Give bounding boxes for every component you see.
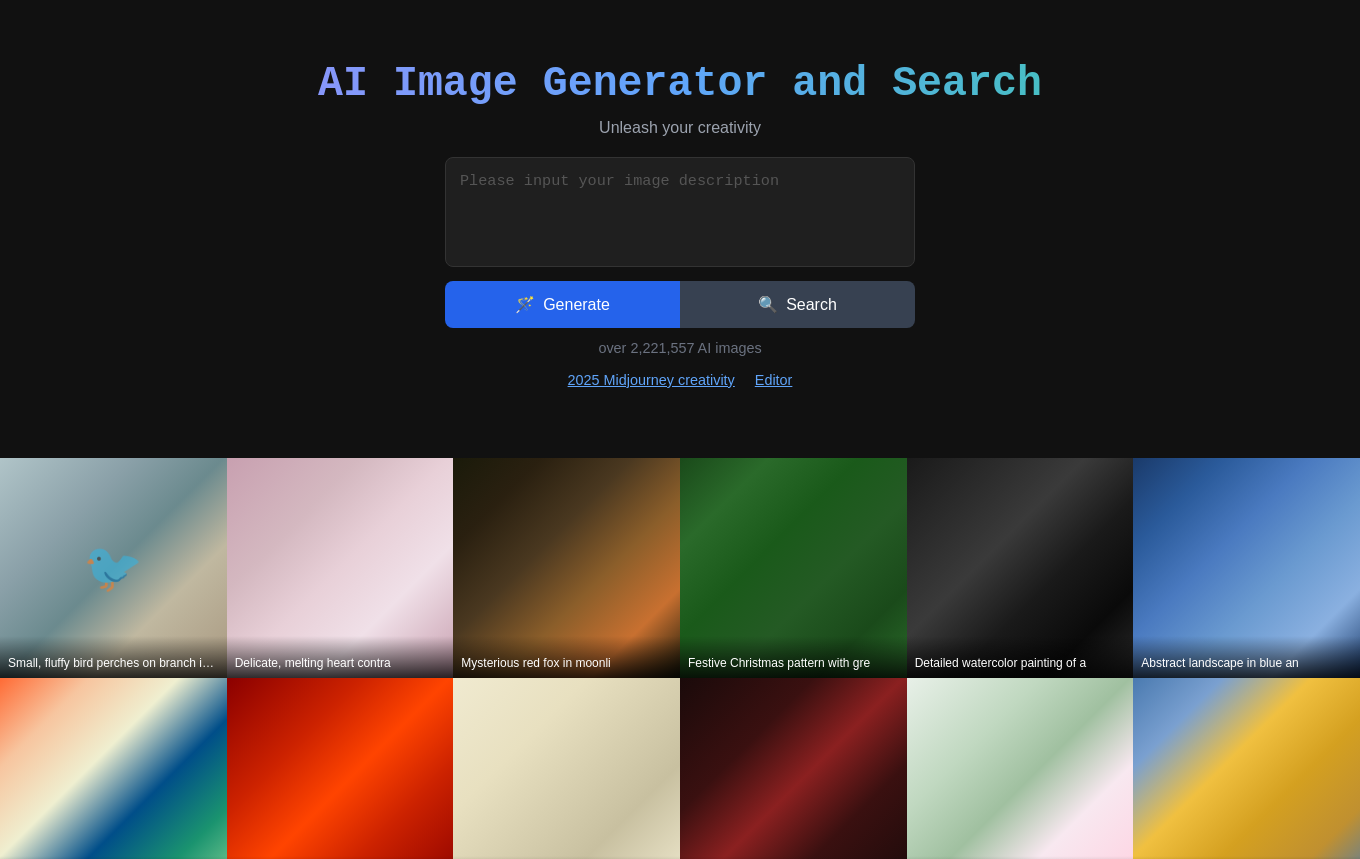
generate-button[interactable]: 🪄 Generate	[445, 281, 680, 328]
gallery-item-chinese[interactable]: Detailed Chinese paper cut art de	[453, 678, 680, 859]
image-count: over 2,221,557 AI images	[20, 340, 1340, 356]
editor-link[interactable]: Editor	[755, 372, 793, 388]
nav-links: 2025 Midjourney creativity Editor	[20, 372, 1340, 388]
gallery-row-2: Vibrant, abstract painting with dynamic …	[0, 678, 1360, 859]
creativity-link[interactable]: 2025 Midjourney creativity	[568, 372, 735, 388]
hero-section: AI Image Generator and Search Unleash yo…	[0, 0, 1360, 458]
gallery-caption-christmas: Festive Christmas pattern with gre	[680, 636, 907, 678]
gallery-item-buddha[interactable]: Majestic golden Buddha sta	[1133, 678, 1360, 859]
gallery-item-mech[interactable]: Detailed watercolor painting of a	[907, 458, 1134, 678]
generate-label: Generate	[543, 296, 610, 314]
search-label: Search	[786, 296, 837, 314]
hero-subtitle: Unleash your creativity	[20, 119, 1340, 137]
gallery-item-lone-figure[interactable]: Lone figure, spacecraft, myste	[680, 678, 907, 859]
search-icon: 🔍	[758, 295, 778, 314]
gallery-item-colorful[interactable]: Vibrant, abstract painting with dynamic …	[0, 678, 227, 859]
gallery-row-1: Small, fluffy bird perches on branch in …	[0, 458, 1360, 678]
gallery-item-scared[interactable]: Startled woman's face, cho	[227, 678, 454, 859]
action-buttons: 🪄 Generate 🔍 Search	[445, 281, 915, 328]
gallery-item-bird[interactable]: Small, fluffy bird perches on branch in …	[0, 458, 227, 678]
gallery-caption-heart: Delicate, melting heart contra	[227, 636, 454, 678]
gallery-item-fox[interactable]: Mysterious red fox in moonli	[453, 458, 680, 678]
gallery-section: Small, fluffy bird perches on branch in …	[0, 458, 1360, 859]
gallery-item-heart[interactable]: Delicate, melting heart contra	[227, 458, 454, 678]
search-button[interactable]: 🔍 Search	[680, 281, 915, 328]
gallery-caption-mech: Detailed watercolor painting of a	[907, 636, 1134, 678]
gallery-caption-abstract-blue: Abstract landscape in blue an	[1133, 636, 1360, 678]
page-title: AI Image Generator and Search	[20, 60, 1340, 107]
gallery-item-christmas[interactable]: Festive Christmas pattern with gre	[680, 458, 907, 678]
gallery-item-abstract-blue[interactable]: Abstract landscape in blue an	[1133, 458, 1360, 678]
gallery-caption-bird: Small, fluffy bird perches on branch in …	[0, 636, 227, 678]
gallery-item-festive-bell[interactable]: Festive Christmas scene with	[907, 678, 1134, 859]
prompt-input[interactable]	[445, 157, 915, 267]
gallery-caption-fox: Mysterious red fox in moonli	[453, 636, 680, 678]
generate-icon: 🪄	[515, 295, 535, 314]
